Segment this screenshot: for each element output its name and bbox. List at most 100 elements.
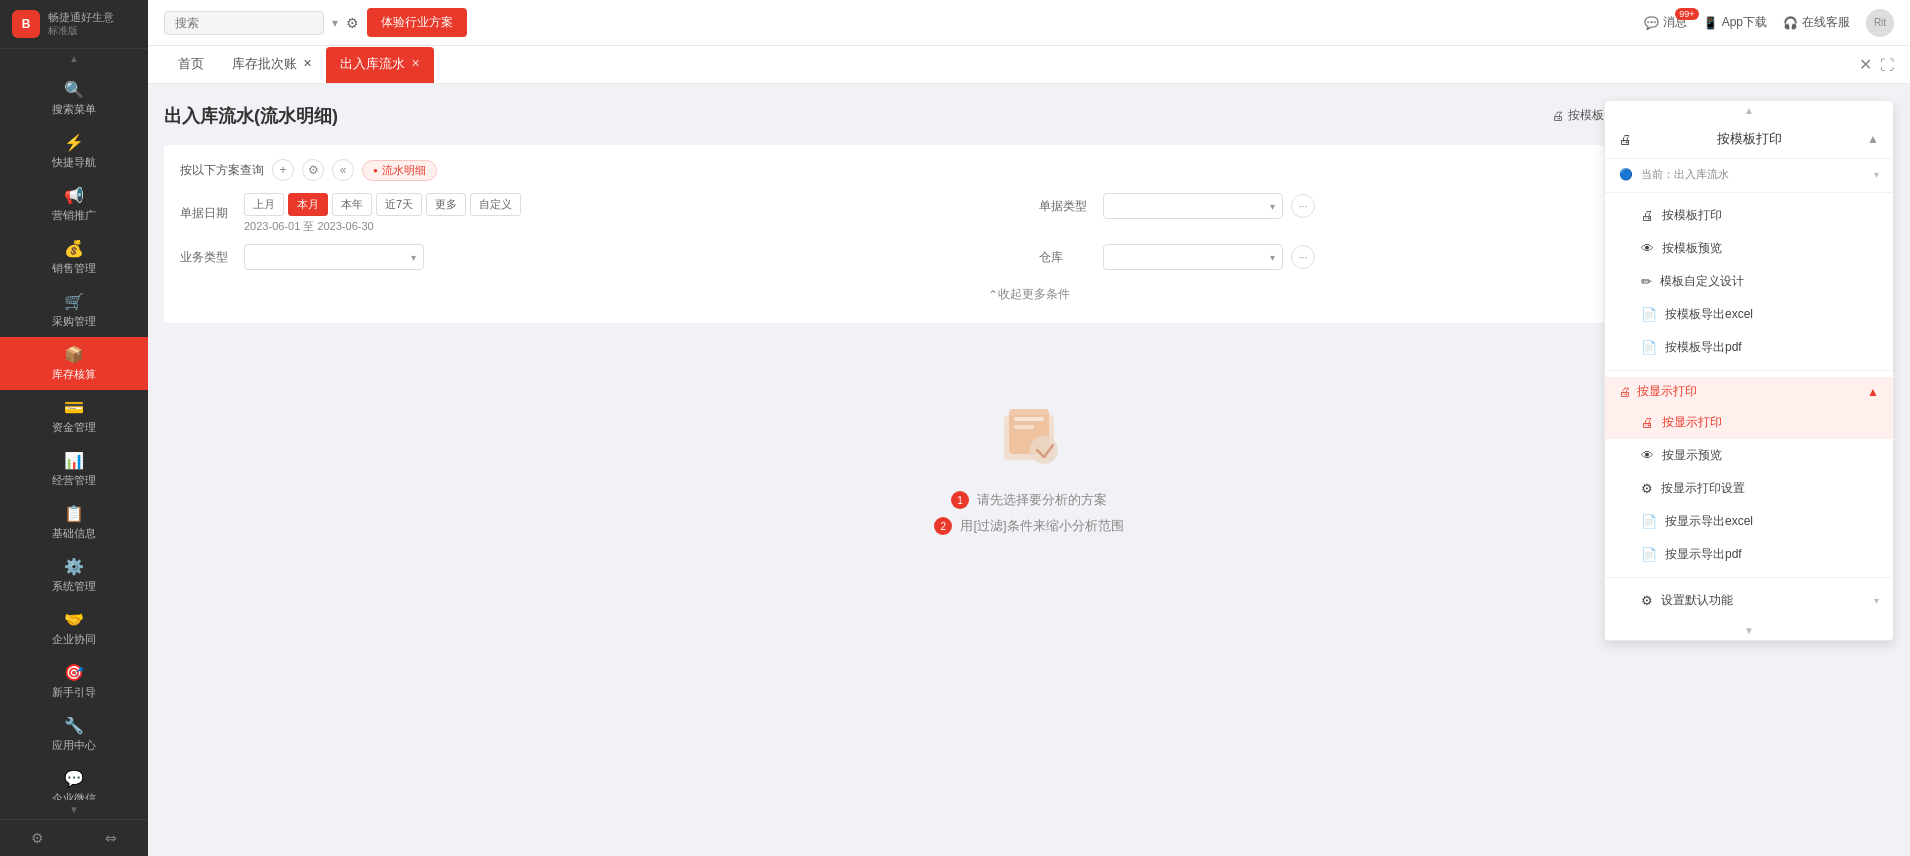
dropdown-default-section: ⚙ 设置默认功能 ▾ (1605, 580, 1893, 621)
date-btn-this-year[interactable]: 本年 (332, 193, 372, 216)
dropdown-item-display-excel[interactable]: 📄 按显示导出excel (1605, 505, 1893, 538)
date-range: 2023-06-01 至 2023-06-30 (244, 219, 521, 234)
solution-button[interactable]: 体验行业方案 (367, 8, 467, 37)
avatar[interactable]: Rit (1866, 9, 1894, 37)
topbar: ▾ ⚙ 体验行业方案 💬 消息 99+ 📱 App下载 🎧 在线客服 Rit (148, 0, 1910, 46)
dropdown-scroll-up[interactable]: ▲ (1605, 101, 1893, 120)
display-print-icon: 🖨 (1641, 415, 1654, 430)
topbar-search-chevron-icon[interactable]: ▾ (332, 16, 338, 30)
filter-collapse-button[interactable]: « (332, 159, 354, 181)
dropdown-header: 🖨 按模板打印 ▲ (1605, 120, 1893, 159)
app-download-button[interactable]: 📱 App下载 (1703, 14, 1767, 31)
sidebar-collapse-btn[interactable]: ⇔ (105, 830, 117, 846)
template-excel-icon: 📄 (1641, 307, 1657, 322)
type-more-button[interactable]: ··· (1291, 194, 1315, 218)
dropdown-item-template-preview[interactable]: 👁 按模板预览 (1605, 232, 1893, 265)
sidebar-item-marketing[interactable]: 📢 营销推广 (0, 178, 148, 231)
sidebar-item-search[interactable]: 🔍 搜索菜单 (0, 72, 148, 125)
sidebar-item-operations[interactable]: 📊 经营管理 (0, 443, 148, 496)
date-btn-this-month[interactable]: 本月 (288, 193, 328, 216)
display-pdf-icon: 📄 (1641, 547, 1657, 562)
sidebar-item-finance[interactable]: 💳 资金管理 (0, 390, 148, 443)
inventory-icon: 📦 (64, 345, 84, 364)
current-label-icon: 🔵 (1619, 168, 1633, 181)
type-label: 单据类型 (1039, 198, 1095, 215)
date-btn-7days[interactable]: 近7天 (376, 193, 422, 216)
dropdown-display-section: 🖨 按显示打印 ▲ 🖨 按显示打印 👁 按显示预览 ⚙ 按显示打印设置 (1605, 373, 1893, 575)
svg-point-4 (1030, 436, 1058, 464)
dropdown-header-chevron-icon[interactable]: ▲ (1867, 132, 1879, 146)
app-download-icon: 📱 (1703, 16, 1718, 30)
sidebar-item-sales[interactable]: 💰 销售管理 (0, 231, 148, 284)
warehouse-more-button[interactable]: ··· (1291, 245, 1315, 269)
dropdown-item-template-excel[interactable]: 📄 按模板导出excel (1605, 298, 1893, 331)
page-title: 出入库流水(流水明细) (164, 104, 338, 128)
sidebar-scroll-down[interactable]: ▼ (0, 800, 148, 819)
expand-tab-icon[interactable]: ⛶ (1880, 57, 1894, 73)
empty-step-2: 2 用[过滤]条件来缩小分析范围 (934, 517, 1123, 535)
tab-batch-close-icon[interactable]: ✕ (303, 57, 312, 70)
topbar-gear-icon[interactable]: ⚙ (346, 15, 359, 31)
finance-icon: 💳 (64, 398, 84, 417)
tab-batch[interactable]: 库存批次账 ✕ (218, 47, 326, 83)
sidebar-settings-btn[interactable]: ⚙ (31, 830, 44, 846)
biz-type-select[interactable] (244, 244, 424, 270)
sidebar-item-system[interactable]: ⚙️ 系统管理 (0, 549, 148, 602)
dropdown-item-template-pdf[interactable]: 📄 按模板导出pdf (1605, 331, 1893, 364)
biz-type-label: 业务类型 (180, 249, 236, 266)
dropdown-item-display-print[interactable]: 🖨 按显示打印 (1605, 406, 1893, 439)
tabs-bar: 首页 库存批次账 ✕ 出入库流水 ✕ ✕ ⛶ (148, 46, 1910, 84)
search-icon: 🔍 (64, 80, 84, 99)
filter-settings-button[interactable]: ⚙ (302, 159, 324, 181)
template-pdf-icon: 📄 (1641, 340, 1657, 355)
warehouse-select[interactable] (1103, 244, 1283, 270)
online-service-button[interactable]: 🎧 在线客服 (1783, 14, 1850, 31)
message-button[interactable]: 💬 消息 99+ (1644, 14, 1687, 31)
sidebar: B 畅捷通好生意 标准版 ▲ 🔍 搜索菜单 ⚡ 快捷导航 📢 营销推广 💰 销售… (0, 0, 148, 856)
dropdown-item-set-default[interactable]: ⚙ 设置默认功能 ▾ (1605, 584, 1893, 617)
active-filter-tag[interactable]: 流水明细 (362, 160, 437, 181)
dropdown-item-display-preview[interactable]: 👁 按显示预览 (1605, 439, 1893, 472)
dropdown-current-item[interactable]: 🔵 当前：出入库流水 ▾ (1605, 159, 1893, 190)
tab-flow-close-icon[interactable]: ✕ (411, 57, 420, 70)
sidebar-item-guide[interactable]: 🎯 新手引导 (0, 655, 148, 708)
operations-icon: 📊 (64, 451, 84, 470)
message-icon: 💬 (1644, 16, 1659, 30)
topbar-search-input[interactable] (164, 11, 324, 35)
logo-text: 畅捷通好生意 (48, 10, 114, 24)
empty-state-icon (989, 395, 1069, 475)
date-btn-custom[interactable]: 自定义 (470, 193, 521, 216)
type-select[interactable] (1103, 193, 1283, 219)
date-label: 单据日期 (180, 205, 236, 222)
date-btn-more[interactable]: 更多 (426, 193, 466, 216)
print-dropdown-panel: ▲ 🖨 按模板打印 ▲ 🔵 当前：出入库流水 ▾ 🖨 按模板打印 (1604, 100, 1894, 641)
system-icon: ⚙️ (64, 557, 84, 576)
dropdown-item-display-pdf[interactable]: 📄 按显示导出pdf (1605, 538, 1893, 571)
display-settings-icon: ⚙ (1641, 481, 1653, 496)
close-all-tabs-icon[interactable]: ✕ (1859, 55, 1872, 74)
dropdown-item-template-print[interactable]: 🖨 按模板打印 (1605, 199, 1893, 232)
type-select-wrapper (1103, 193, 1283, 219)
sidebar-item-wechat[interactable]: 💬 企业微信 (0, 761, 148, 800)
set-default-chevron-icon: ▾ (1874, 595, 1879, 606)
sidebar-item-basics[interactable]: 📋 基础信息 (0, 496, 148, 549)
dropdown-item-template-custom[interactable]: ✏ 模板自定义设计 (1605, 265, 1893, 298)
sidebar-item-quicknav[interactable]: ⚡ 快捷导航 (0, 125, 148, 178)
display-preview-icon: 👁 (1641, 448, 1654, 463)
tab-home[interactable]: 首页 (164, 47, 218, 83)
tab-flow[interactable]: 出入库流水 ✕ (326, 47, 434, 83)
sidebar-scroll-up[interactable]: ▲ (0, 49, 148, 68)
empty-step-1: 1 请先选择要分析的方案 (951, 491, 1107, 509)
sidebar-item-apps[interactable]: 🔧 应用中心 (0, 708, 148, 761)
collab-icon: 🤝 (64, 610, 84, 629)
sidebar-item-purchase[interactable]: 🛒 采购管理 (0, 284, 148, 337)
date-btn-last-month[interactable]: 上月 (244, 193, 284, 216)
dropdown-display-header[interactable]: 🖨 按显示打印 ▲ (1605, 377, 1893, 406)
filter-add-button[interactable]: + (272, 159, 294, 181)
sidebar-item-collab[interactable]: 🤝 企业协同 (0, 602, 148, 655)
current-label: 当前：出入库流水 (1641, 167, 1729, 182)
sidebar-item-inventory[interactable]: 📦 库存核算 (0, 337, 148, 390)
sidebar-nav: 🔍 搜索菜单 ⚡ 快捷导航 📢 营销推广 💰 销售管理 🛒 采购管理 📦 库存核… (0, 68, 148, 800)
dropdown-scroll-down[interactable]: ▼ (1605, 621, 1893, 640)
dropdown-item-display-settings[interactable]: ⚙ 按显示打印设置 (1605, 472, 1893, 505)
